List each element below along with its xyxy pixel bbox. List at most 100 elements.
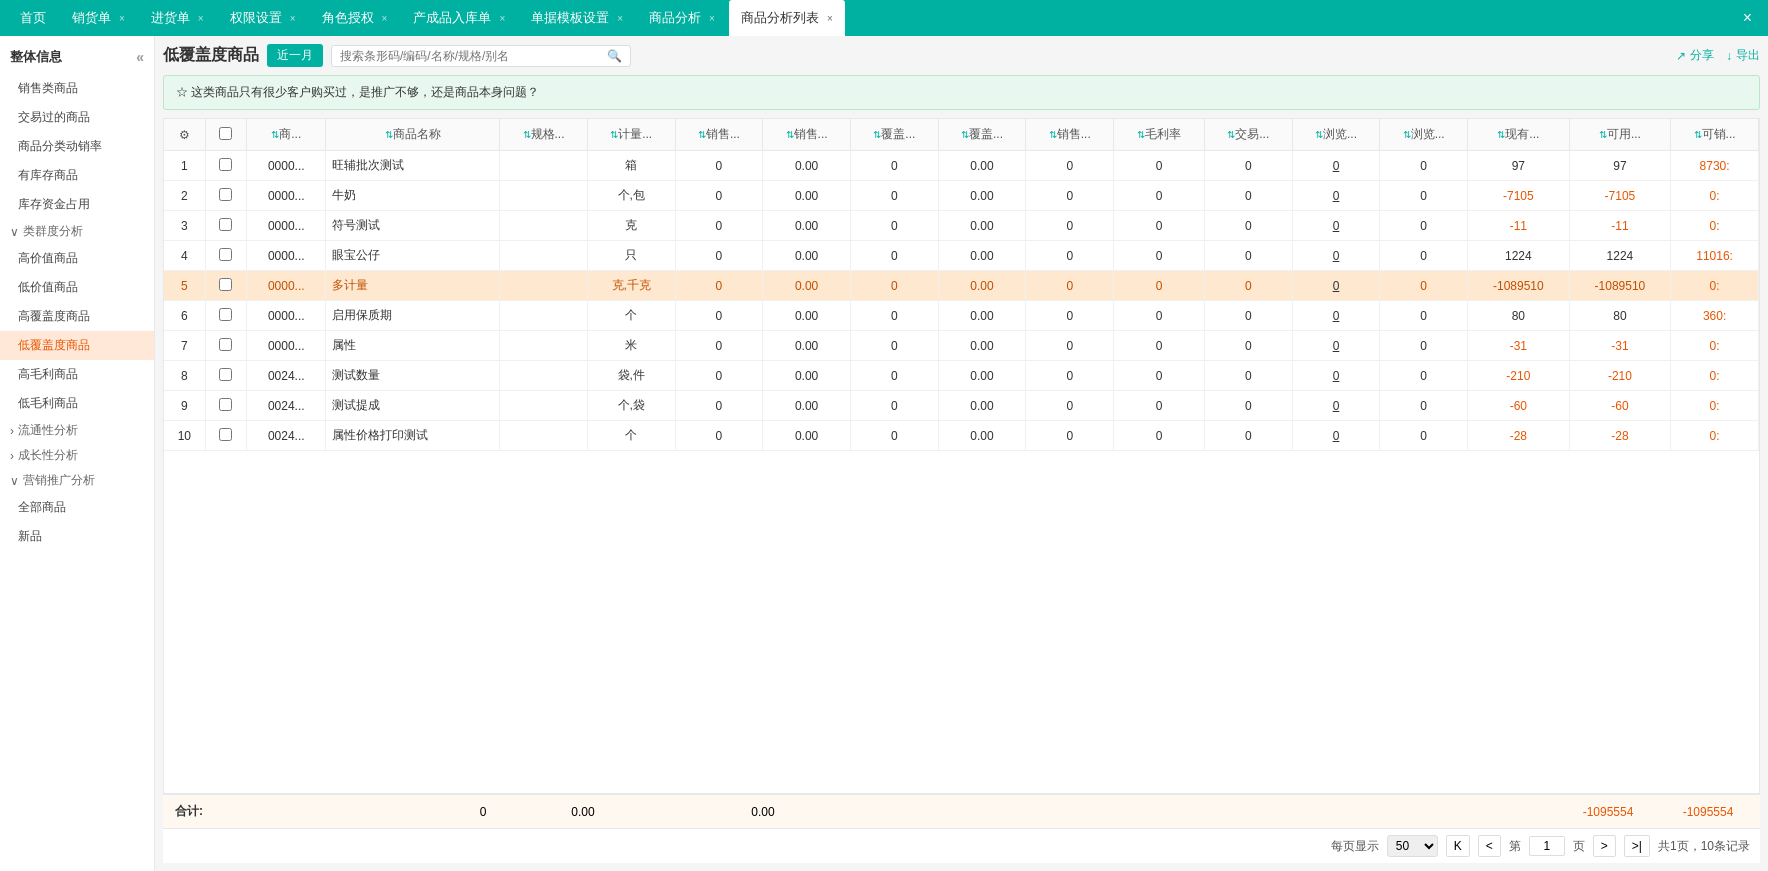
sidebar-item-in-stock-goods[interactable]: 有库存商品 xyxy=(0,161,154,190)
sidebar-item-high-margin[interactable]: 高毛利商品 xyxy=(0,360,154,389)
sidebar-section-marketing[interactable]: ∨ 营销推广分析 xyxy=(0,468,154,493)
row-checkbox[interactable] xyxy=(205,301,246,331)
col-browse1[interactable]: ⇅浏览... xyxy=(1292,119,1380,151)
sidebar-item-all-goods[interactable]: 全部商品 xyxy=(0,493,154,522)
nav-template-settings[interactable]: 单据模板设置 × xyxy=(519,0,635,36)
window-close-button[interactable]: × xyxy=(1735,5,1760,31)
row-select-checkbox[interactable] xyxy=(219,158,232,171)
current-page-input[interactable] xyxy=(1529,836,1565,856)
row-select-checkbox[interactable] xyxy=(219,218,232,231)
col-name[interactable]: ⇅商品名称 xyxy=(326,119,500,151)
col-trade[interactable]: ⇅交易... xyxy=(1204,119,1292,151)
col-current[interactable]: ⇅现有... xyxy=(1468,119,1570,151)
row-browse1[interactable]: 0 xyxy=(1292,301,1380,331)
row-name[interactable]: 旺辅批次测试 xyxy=(326,151,500,181)
col-browse2[interactable]: ⇅浏览... xyxy=(1380,119,1468,151)
row-checkbox[interactable] xyxy=(205,331,246,361)
close-icon[interactable]: × xyxy=(198,13,204,24)
row-select-checkbox[interactable] xyxy=(219,338,232,351)
row-name[interactable]: 测试数量 xyxy=(326,361,500,391)
row-checkbox[interactable] xyxy=(205,361,246,391)
nav-purchase-order[interactable]: 进货单 × xyxy=(139,0,216,36)
sidebar-item-low-margin[interactable]: 低毛利商品 xyxy=(0,389,154,418)
sidebar-item-low-coverage[interactable]: 低覆盖度商品 xyxy=(0,331,154,360)
select-all-checkbox[interactable] xyxy=(219,127,232,140)
row-checkbox[interactable] xyxy=(205,181,246,211)
col-checkbox[interactable] xyxy=(205,119,246,151)
sidebar-item-high-coverage[interactable]: 高覆盖度商品 xyxy=(0,302,154,331)
row-select-checkbox[interactable] xyxy=(219,398,232,411)
row-name[interactable]: 测试提成 xyxy=(326,391,500,421)
row-name[interactable]: 牛奶 xyxy=(326,181,500,211)
row-browse1[interactable]: 0 xyxy=(1292,241,1380,271)
row-checkbox[interactable] xyxy=(205,271,246,301)
row-checkbox[interactable] xyxy=(205,151,246,181)
row-browse1[interactable]: 0 xyxy=(1292,391,1380,421)
nav-sales-order[interactable]: 销货单 × xyxy=(60,0,137,36)
close-icon[interactable]: × xyxy=(382,13,388,24)
row-select-checkbox[interactable] xyxy=(219,308,232,321)
col-spec[interactable]: ⇅规格... xyxy=(500,119,588,151)
row-select-checkbox[interactable] xyxy=(219,278,232,291)
row-name[interactable]: 启用保质期 xyxy=(326,301,500,331)
row-name[interactable]: 多计量 xyxy=(326,271,500,301)
row-browse1[interactable]: 0 xyxy=(1292,271,1380,301)
filter-recent-month-button[interactable]: 近一月 xyxy=(267,44,323,67)
nav-permission-settings[interactable]: 权限设置 × xyxy=(218,0,308,36)
sidebar-section-cluster-analysis[interactable]: ∨ 类群度分析 xyxy=(0,219,154,244)
col-cover1[interactable]: ⇅覆盖... xyxy=(850,119,938,151)
row-browse1[interactable]: 0 xyxy=(1292,421,1380,451)
sidebar-item-category-turnover[interactable]: 商品分类动销率 xyxy=(0,132,154,161)
col-sales2[interactable]: ⇅销售... xyxy=(763,119,851,151)
sidebar-section-growth[interactable]: › 成长性分析 xyxy=(0,443,154,468)
col-settings[interactable]: ⚙ xyxy=(164,119,205,151)
search-box[interactable]: 🔍 xyxy=(331,45,631,67)
row-checkbox[interactable] xyxy=(205,241,246,271)
row-browse1[interactable]: 0 xyxy=(1292,211,1380,241)
share-button[interactable]: ↗ 分享 xyxy=(1676,47,1714,64)
prev-page-button[interactable]: < xyxy=(1478,835,1501,857)
row-browse1[interactable]: 0 xyxy=(1292,151,1380,181)
sidebar-item-low-value[interactable]: 低价值商品 xyxy=(0,273,154,302)
sidebar-item-new-goods[interactable]: 新品 xyxy=(0,522,154,551)
sidebar-item-sales-goods[interactable]: 销售类商品 xyxy=(0,74,154,103)
col-sales3[interactable]: ⇅销售... xyxy=(1026,119,1114,151)
next-page-button[interactable]: > xyxy=(1593,835,1616,857)
col-sales1[interactable]: ⇅销售... xyxy=(675,119,763,151)
row-checkbox[interactable] xyxy=(205,211,246,241)
col-code[interactable]: ⇅商... xyxy=(247,119,326,151)
row-name[interactable]: 符号测试 xyxy=(326,211,500,241)
row-checkbox[interactable] xyxy=(205,391,246,421)
row-name[interactable]: 属性价格打印测试 xyxy=(326,421,500,451)
search-input[interactable] xyxy=(340,49,607,63)
row-name[interactable]: 属性 xyxy=(326,331,500,361)
close-icon[interactable]: × xyxy=(827,13,833,24)
row-select-checkbox[interactable] xyxy=(219,248,232,261)
row-browse1[interactable]: 0 xyxy=(1292,331,1380,361)
page-size-select[interactable]: 50 20 100 xyxy=(1387,835,1438,857)
close-icon[interactable]: × xyxy=(119,13,125,24)
row-select-checkbox[interactable] xyxy=(219,428,232,441)
row-browse1[interactable]: 0 xyxy=(1292,181,1380,211)
sidebar-item-high-value[interactable]: 高价值商品 xyxy=(0,244,154,273)
close-icon[interactable]: × xyxy=(499,13,505,24)
col-gross-rate[interactable]: ⇅毛利率 xyxy=(1114,119,1205,151)
close-icon[interactable]: × xyxy=(709,13,715,24)
nav-finished-goods[interactable]: 产成品入库单 × xyxy=(401,0,517,36)
row-browse1[interactable]: 0 xyxy=(1292,361,1380,391)
sidebar-item-traded-goods[interactable]: 交易过的商品 xyxy=(0,103,154,132)
nav-product-analysis[interactable]: 商品分析 × xyxy=(637,0,727,36)
col-unit[interactable]: ⇅计量... xyxy=(587,119,675,151)
row-select-checkbox[interactable] xyxy=(219,368,232,381)
close-icon[interactable]: × xyxy=(290,13,296,24)
nav-product-analysis-list[interactable]: 商品分析列表 × xyxy=(729,0,845,36)
nav-role-auth[interactable]: 角色授权 × xyxy=(310,0,400,36)
nav-home[interactable]: 首页 xyxy=(8,0,58,36)
sidebar-section-liquidity[interactable]: › 流通性分析 xyxy=(0,418,154,443)
export-button[interactable]: ↓ 导出 xyxy=(1726,47,1760,64)
sidebar-item-inventory-capital[interactable]: 库存资金占用 xyxy=(0,190,154,219)
row-name[interactable]: 眼宝公仔 xyxy=(326,241,500,271)
sidebar-collapse-button[interactable]: « xyxy=(136,49,144,65)
first-page-button[interactable]: K xyxy=(1446,835,1470,857)
col-available[interactable]: ⇅可用... xyxy=(1569,119,1671,151)
